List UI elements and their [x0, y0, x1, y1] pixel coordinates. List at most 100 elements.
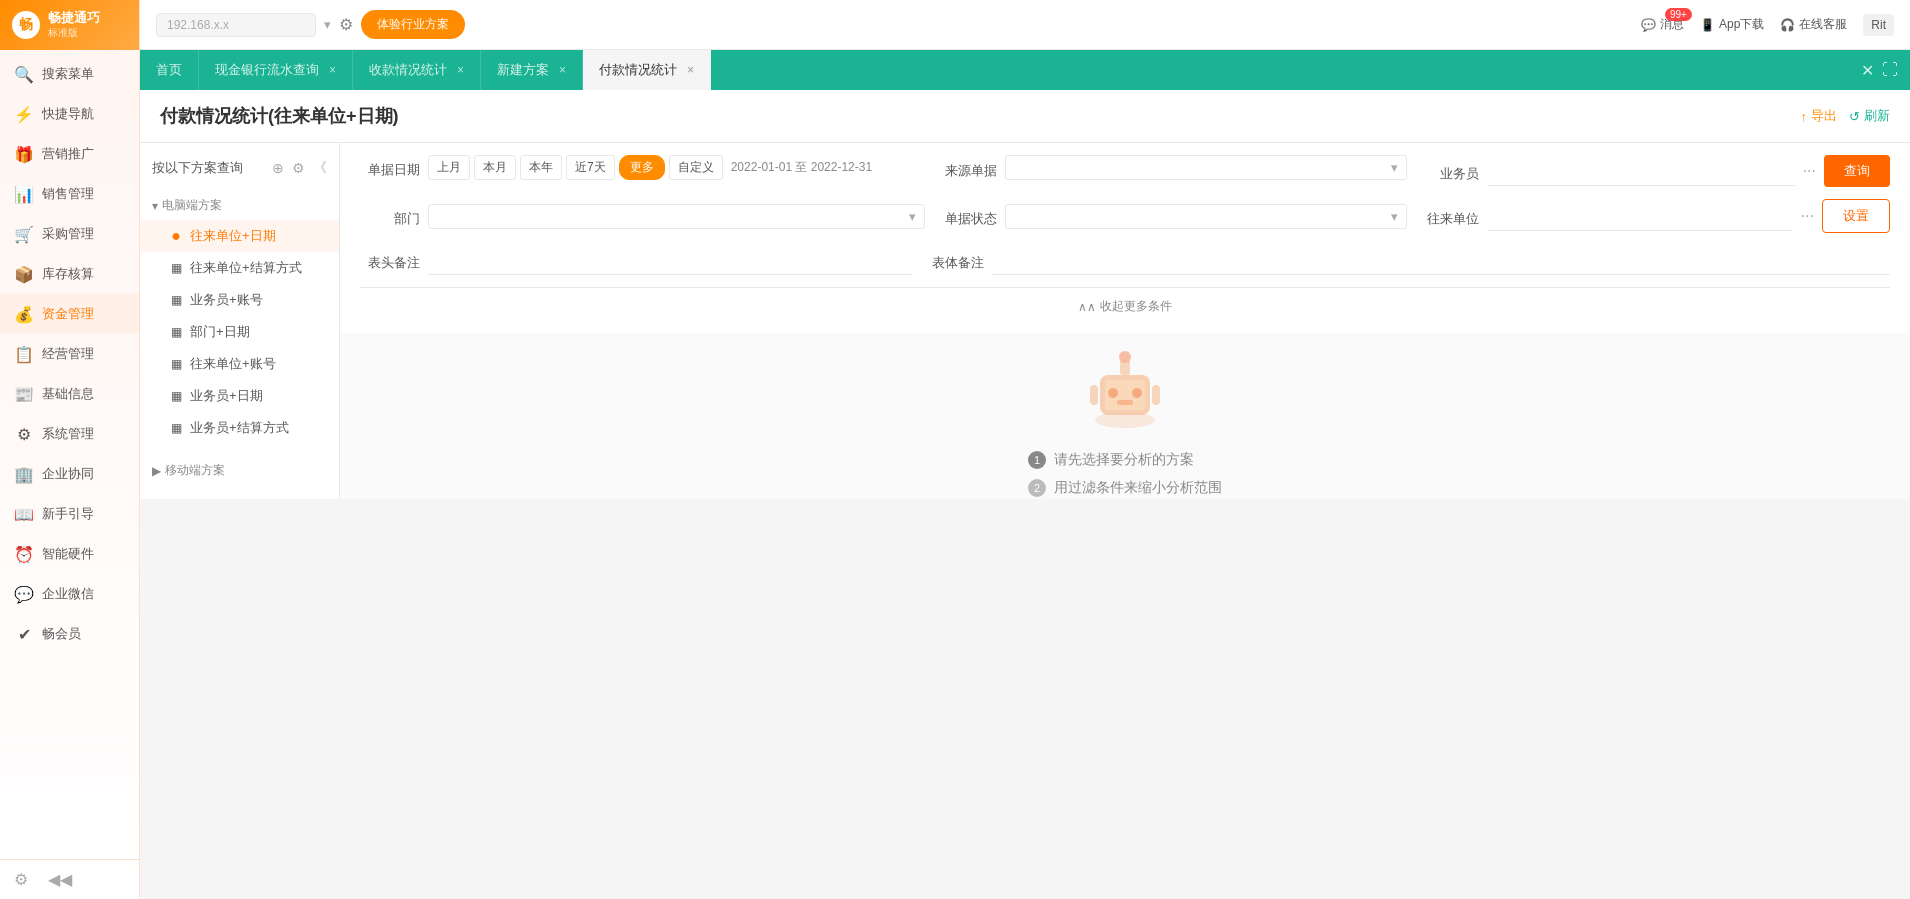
tab-income-close[interactable]: × [457, 63, 464, 77]
sidebar-item-sales[interactable]: 📊 销售管理 [0, 174, 139, 214]
source-select[interactable]: ▾ [1005, 155, 1408, 180]
scheme-settings-icon[interactable]: ⚙ [292, 160, 305, 176]
tabbar: 首页 现金银行流水查询 × 收款情况统计 × 新建方案 × 付款情况统计 × ✕… [140, 50, 1910, 90]
chevron-right-icon: ▶ [152, 464, 161, 478]
scheme-table-icon: ▦ [168, 260, 184, 276]
sidebar-item-hardware[interactable]: ⏰ 智能硬件 [0, 534, 139, 574]
date-btn-more[interactable]: 更多 [619, 155, 665, 180]
scheme-add-icon[interactable]: ⊕ [272, 160, 284, 176]
refresh-icon: ↺ [1849, 109, 1860, 124]
tab-bank-close[interactable]: × [329, 63, 336, 77]
tab-new[interactable]: 新建方案 × [481, 50, 583, 90]
tab-expand-icon[interactable]: ⛶ [1882, 61, 1898, 79]
refresh-button[interactable]: ↺ 刷新 [1849, 107, 1890, 125]
headset-icon: 🎧 [1780, 18, 1795, 32]
topbar-left: 192.168.x.x ▾ ⚙ 体验行业方案 [156, 10, 1629, 39]
topbar-app-download[interactable]: 📱 App下载 [1700, 16, 1764, 33]
empty-tip-1: 1 请先选择要分析的方案 [1028, 451, 1222, 469]
svg-point-7 [1119, 351, 1131, 363]
collapse-bar: ∧∧ 收起更多条件 [360, 287, 1890, 325]
scheme-item-staff-settle[interactable]: ▦ 业务员+结算方式 [140, 412, 339, 444]
scheme-item-staff-date[interactable]: ▦ 业务员+日期 [140, 380, 339, 412]
remark-body-input[interactable] [992, 245, 1890, 275]
collapse-sidebar-icon[interactable]: ◀◀ [48, 870, 72, 889]
tab-payment-close[interactable]: × [687, 63, 694, 77]
sidebar-item-inventory[interactable]: 📦 库存核算 [0, 254, 139, 294]
date-btn-this-month[interactable]: 本月 [474, 155, 516, 180]
scheme-group-desktop-title[interactable]: ▾ 电脑端方案 [140, 191, 339, 220]
export-icon: ↑ [1801, 109, 1808, 124]
main: 192.168.x.x ▾ ⚙ 体验行业方案 💬 消息 99+ 📱 App下载 … [140, 0, 1910, 899]
sidebar-item-corp[interactable]: 🏢 企业协同 [0, 454, 139, 494]
export-button[interactable]: ↑ 导出 [1801, 107, 1838, 125]
scheme-item-unit-settle[interactable]: ▦ 往来单位+结算方式 [140, 252, 339, 284]
sidebar-item-basic[interactable]: 📰 基础信息 [0, 374, 139, 414]
counterpart-input[interactable] [1487, 201, 1792, 231]
tabbar-spacer [711, 50, 1849, 90]
tab-payment[interactable]: 付款情况统计 × [583, 50, 711, 90]
remark-header-input[interactable] [428, 245, 912, 275]
sidebar-item-search[interactable]: 🔍 搜索菜单 [0, 54, 139, 94]
tab-close-all-icon[interactable]: ✕ [1861, 61, 1874, 80]
scheme-panel-header: 按以下方案查询 ⊕ ⚙ 《 [140, 151, 339, 185]
tab-bank[interactable]: 现金银行流水查询 × [199, 50, 353, 90]
sidebar-bottom: ⚙ ◀◀ [0, 859, 139, 899]
chevron-down-icon: ▾ [152, 199, 158, 213]
search-icon: 🔍 [14, 64, 34, 84]
staff-input[interactable] [1487, 156, 1794, 186]
sidebar-item-system[interactable]: ⚙ 系统管理 [0, 414, 139, 454]
right-panel: 单据日期 上月 本月 本年 近7天 更多 自定义 20 [340, 143, 1910, 499]
sidebar-item-guide[interactable]: 📖 新手引导 [0, 494, 139, 534]
date-btn-this-year[interactable]: 本年 [520, 155, 562, 180]
collapse-button[interactable]: ∧∧ 收起更多条件 [1078, 298, 1172, 315]
scheme-collapse-icon[interactable]: 《 [313, 159, 327, 177]
tab-home[interactable]: 首页 [140, 50, 199, 90]
sidebar-item-marketing[interactable]: 🎁 营销推广 [0, 134, 139, 174]
scheme-table-icon3: ▦ [168, 324, 184, 340]
tab-new-close[interactable]: × [559, 63, 566, 77]
page-actions: ↑ 导出 ↺ 刷新 [1801, 107, 1891, 125]
dept-dropdown-icon: ▾ [909, 209, 916, 224]
topbar-gear-icon[interactable]: ⚙ [339, 15, 353, 34]
tab-income[interactable]: 收款情况统计 × [353, 50, 481, 90]
doc-status-dropdown-icon: ▾ [1391, 209, 1398, 224]
topbar-dropdown-icon[interactable]: ▾ [324, 17, 331, 32]
scheme-item-unit-account[interactable]: ▦ 往来单位+账号 [140, 348, 339, 380]
staff-more-icon[interactable]: ··· [1803, 162, 1816, 180]
svg-rect-9 [1152, 385, 1160, 405]
svg-point-3 [1108, 388, 1118, 398]
sidebar-item-capital[interactable]: 💰 资金管理 [0, 294, 139, 334]
sidebar-item-member[interactable]: ✔ 畅会员 [0, 614, 139, 654]
shortcut-icon: ⚡ [14, 104, 34, 124]
page-title: 付款情况统计(往来单位+日期) [160, 104, 399, 128]
scheme-group-mobile-title[interactable]: ▶ 移动端方案 [140, 456, 339, 485]
settings-bottom-icon[interactable]: ⚙ [14, 870, 28, 889]
sidebar-item-weixin[interactable]: 💬 企业微信 [0, 574, 139, 614]
date-btn-7days[interactable]: 近7天 [566, 155, 615, 180]
source-label: 来源单据 [937, 156, 997, 180]
sidebar-item-operation[interactable]: 📋 经营管理 [0, 334, 139, 374]
date-btn-last-month[interactable]: 上月 [428, 155, 470, 180]
topbar-messages[interactable]: 💬 消息 99+ [1641, 16, 1684, 33]
svg-rect-8 [1090, 385, 1098, 405]
sidebar-item-purchase[interactable]: 🛒 采购管理 [0, 214, 139, 254]
doc-status-select[interactable]: ▾ [1005, 204, 1408, 229]
scheme-item-dept-date[interactable]: ▦ 部门+日期 [140, 316, 339, 348]
scheme-item-unit-date[interactable]: ● 往来单位+日期 [140, 220, 339, 252]
sidebar-item-shortcut[interactable]: ⚡ 快捷导航 [0, 94, 139, 134]
basic-icon: 📰 [14, 384, 34, 404]
topbar-online-service[interactable]: 🎧 在线客服 [1780, 16, 1847, 33]
remark-body-label: 表体备注 [924, 248, 984, 272]
empty-robot-icon [1075, 335, 1175, 435]
setting-button[interactable]: 设置 [1822, 199, 1890, 233]
topbar-user-button[interactable]: Rit [1863, 14, 1894, 36]
scheme-item-staff-account[interactable]: ▦ 业务员+账号 [140, 284, 339, 316]
filter-row-1: 单据日期 上月 本月 本年 近7天 更多 自定义 20 [360, 155, 1890, 187]
dept-select[interactable]: ▾ [428, 204, 925, 229]
query-button[interactable]: 查询 [1824, 155, 1890, 187]
date-btn-custom[interactable]: 自定义 [669, 155, 723, 180]
counterpart-more-icon[interactable]: ··· [1801, 207, 1814, 225]
logo-text: 畅捷通巧 标准版 [48, 10, 100, 40]
topbar-address: 192.168.x.x [156, 13, 316, 37]
trial-button[interactable]: 体验行业方案 [361, 10, 465, 39]
